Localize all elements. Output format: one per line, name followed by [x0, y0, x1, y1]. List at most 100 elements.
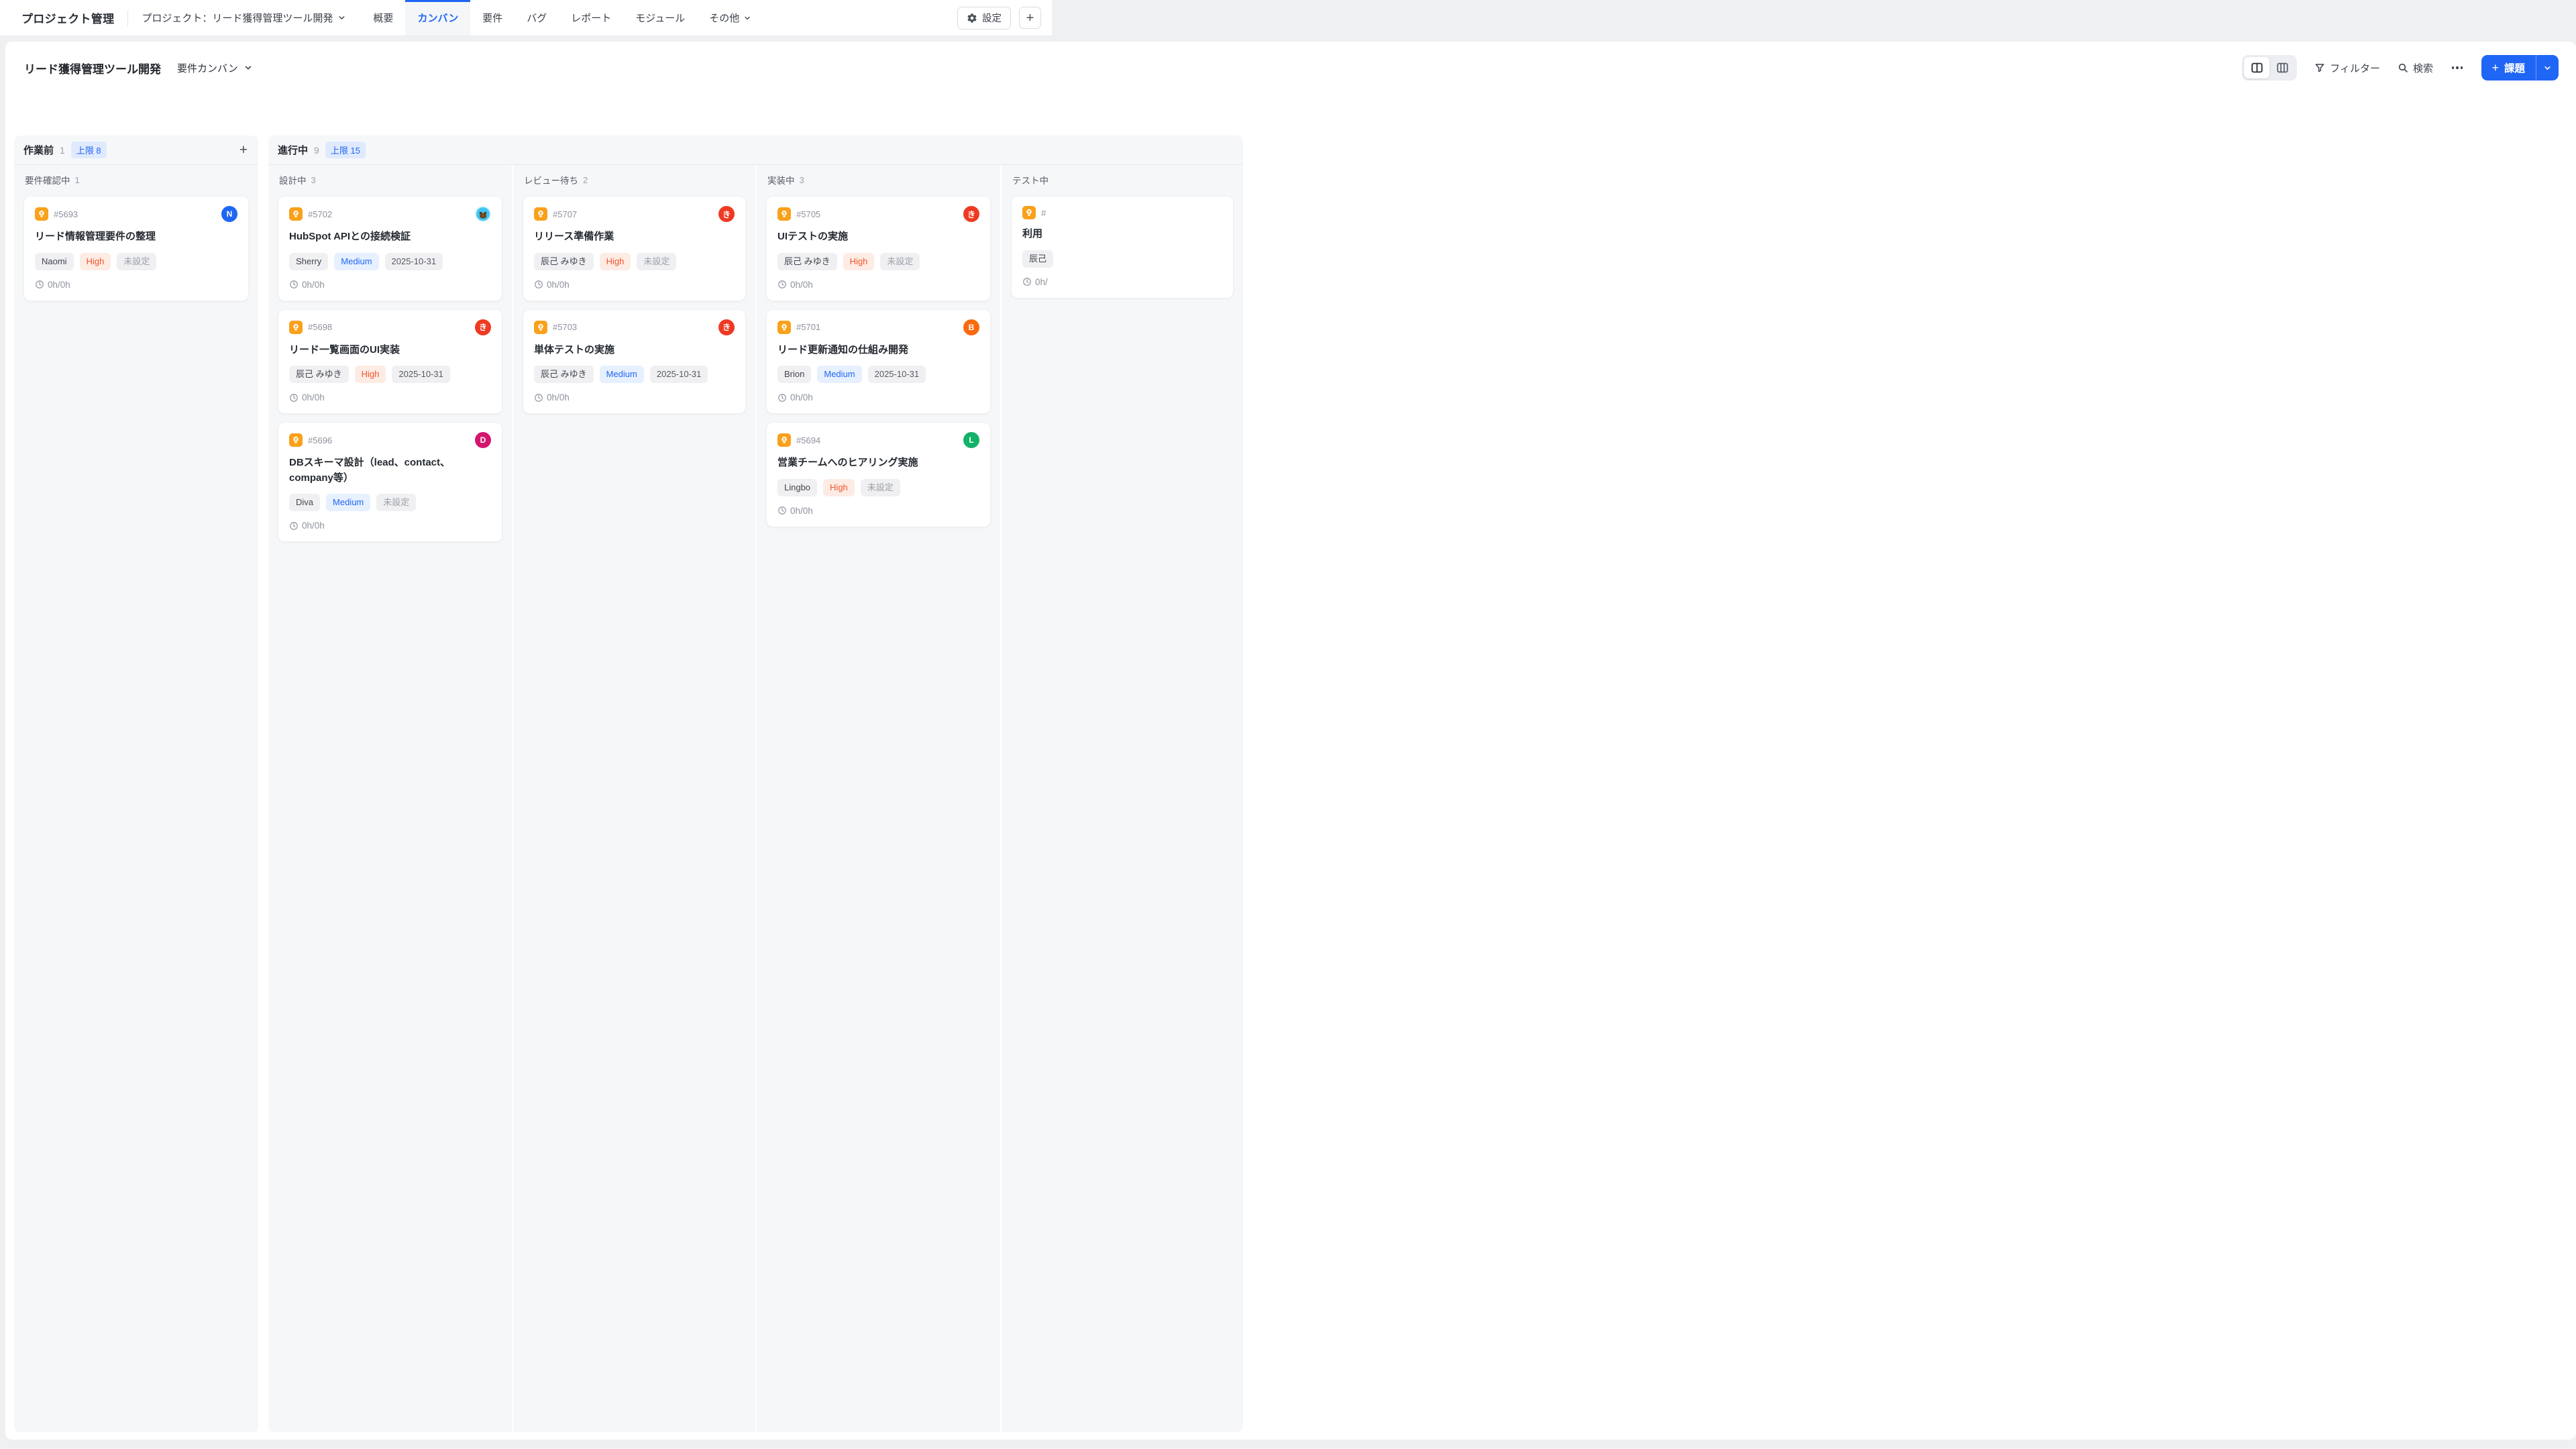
- filter-funnel-icon: [2314, 62, 2325, 73]
- view-selector[interactable]: 要件カンバン: [177, 61, 253, 75]
- column-cards: #5705きUIテストの実施辰己 みゆきHigh未設定0h/0h#5701Bリー…: [757, 195, 1000, 537]
- group-header: 作業前1上限 8+: [14, 136, 258, 165]
- kanban-group: 作業前1上限 8+要件確認中1#5693Nリード情報管理要件の整理NaomiHi…: [14, 136, 258, 1432]
- issue-card[interactable]: #5701Bリード更新通知の仕組み開発BrionMedium2025-10-31…: [766, 309, 991, 415]
- two-column-view-button[interactable]: [2244, 57, 2269, 78]
- issue-card[interactable]: #5693Nリード情報管理要件の整理NaomiHigh未設定0h/0h: [23, 196, 249, 301]
- issue-type-icon: [289, 321, 303, 334]
- column-title: 実装中: [767, 173, 795, 186]
- tag-pill: 未設定: [880, 253, 920, 270]
- search-button[interactable]: 検索: [2398, 61, 2433, 75]
- card-id-row: #5703き: [534, 319, 735, 335]
- issue-card[interactable]: #5707きリリース準備作業辰己 みゆきHigh未設定0h/0h: [523, 196, 746, 301]
- group-header: 進行中9上限 15: [268, 136, 1243, 165]
- time-row: 0h/0h: [289, 521, 491, 531]
- more-options-button[interactable]: [2451, 64, 2465, 72]
- card-tags: DivaMedium未設定: [289, 494, 491, 511]
- time-row: 0h/0h: [534, 392, 735, 402]
- card-tags: 辰己 みゆきHigh未設定: [777, 253, 979, 270]
- avatar-image: [478, 210, 488, 219]
- column-header: 要件確認中1: [14, 165, 258, 195]
- tab-label: 要件: [482, 11, 502, 25]
- tab-レポート[interactable]: レポート: [559, 0, 623, 36]
- issue-card[interactable]: #5702HubSpot APIとの接続検証SherryMedium2025-1…: [278, 196, 502, 301]
- three-column-view-button[interactable]: [2269, 57, 2295, 78]
- column-header: レビュー待ち2: [513, 165, 755, 195]
- issue-card[interactable]: #利用辰己0h/: [1011, 196, 1234, 299]
- column-header: 実装中3: [757, 165, 1000, 195]
- new-issue-button[interactable]: + 課題: [2481, 55, 2536, 80]
- card-title: 営業チームへのヒアリング実施: [777, 455, 979, 471]
- chevron-down-icon: [337, 13, 346, 22]
- card-title: リリース準備作業: [534, 229, 735, 245]
- time-text: 0h/0h: [790, 506, 813, 516]
- tab-要件[interactable]: 要件: [470, 0, 515, 36]
- lightbulb-icon: [780, 323, 789, 332]
- settings-label: 設定: [982, 11, 1002, 25]
- issue-id: #5705: [796, 209, 820, 219]
- tab-概要[interactable]: 概要: [361, 0, 405, 36]
- tag-pill: High: [80, 253, 111, 270]
- column-count: 3: [311, 175, 316, 185]
- view-selector-label: 要件カンバン: [177, 61, 238, 75]
- nav-divider: [127, 10, 128, 26]
- lightbulb-icon: [1024, 208, 1034, 217]
- tag-pill: 辰己 みゆき: [534, 366, 594, 383]
- tag-pill: Medium: [334, 253, 378, 270]
- issue-card[interactable]: #5694L営業チームへのヒアリング実施LingboHigh未設定0h/0h: [766, 422, 991, 527]
- clock-icon: [289, 521, 299, 531]
- settings-button[interactable]: 設定: [957, 7, 1011, 30]
- avatar: き: [718, 206, 735, 222]
- tab-カンバン[interactable]: カンバン: [405, 0, 470, 36]
- lightbulb-icon: [536, 323, 545, 332]
- clock-icon: [534, 280, 543, 289]
- top-nav: プロジェクト管理 プロジェクト：リード獲得管理ツール開発 概要カンバン要件バグレ…: [0, 0, 1052, 36]
- kanban-column-レビュー待ち: レビュー待ち2#5707きリリース準備作業辰己 みゆきHigh未設定0h/0h#…: [513, 165, 755, 1432]
- time-text: 0h/: [1035, 277, 1048, 287]
- card-tags: BrionMedium2025-10-31: [777, 366, 979, 383]
- card-title: DBスキーマ設計（lead、contact、company等）: [289, 455, 491, 486]
- column-title: テスト中: [1012, 173, 1049, 186]
- avatar: N: [221, 206, 237, 222]
- tab-バグ[interactable]: バグ: [515, 0, 559, 36]
- tab-label: その他: [709, 11, 739, 25]
- time-text: 0h/0h: [547, 280, 570, 290]
- project-selector[interactable]: プロジェクト：リード獲得管理ツール開発: [142, 11, 346, 25]
- column-header: テスト中: [1002, 165, 1243, 195]
- time-text: 0h/0h: [547, 392, 570, 402]
- issue-type-icon: [777, 433, 791, 447]
- card-id-row: #5696D: [289, 432, 491, 448]
- time-text: 0h/0h: [790, 280, 813, 290]
- new-issue-dropdown-button[interactable]: [2536, 55, 2559, 80]
- card-tags: NaomiHigh未設定: [35, 253, 237, 270]
- time-row: 0h/0h: [777, 506, 979, 516]
- chevron-down-icon: [743, 14, 751, 22]
- search-icon: [2398, 62, 2408, 73]
- search-label: 検索: [2413, 61, 2433, 75]
- board-title: リード獲得管理ツール開発: [24, 60, 161, 76]
- tab-モジュール[interactable]: モジュール: [623, 0, 697, 36]
- column-cards: #5693Nリード情報管理要件の整理NaomiHigh未設定0h/0h: [14, 195, 258, 311]
- time-row: 0h/0h: [35, 280, 237, 290]
- issue-card[interactable]: #5703き単体テストの実施辰己 みゆきMedium2025-10-310h/0…: [523, 309, 746, 415]
- issue-card[interactable]: #5698きリード一覧画面のUI実装辰己 みゆきHigh2025-10-310h…: [278, 309, 502, 415]
- time-row: 0h/0h: [777, 280, 979, 290]
- column-count: 2: [583, 175, 588, 185]
- group-title: 作業前: [23, 143, 54, 157]
- issue-card[interactable]: #5696D DBスキーマ設計（lead、contact、company等） Div…: [278, 422, 502, 542]
- clock-icon: [1022, 277, 1032, 286]
- issue-type-icon: [777, 321, 791, 334]
- wip-limit-badge: 上限 8: [71, 142, 107, 158]
- global-add-button[interactable]: +: [1019, 7, 1041, 29]
- filter-button[interactable]: フィルター: [2314, 61, 2380, 75]
- avatar: き: [475, 319, 491, 335]
- tab-その他[interactable]: その他: [697, 0, 763, 36]
- tag-pill: Diva: [289, 494, 320, 511]
- issue-id: #5707: [553, 209, 577, 219]
- add-card-button[interactable]: +: [238, 143, 249, 157]
- nav-tabs: 概要カンバン要件 バグレポートモジュールその他: [361, 0, 763, 36]
- tab-label: バグ: [527, 11, 547, 25]
- tag-pill: Brion: [777, 366, 811, 383]
- tag-pill: 未設定: [117, 253, 156, 270]
- issue-card[interactable]: #5705きUIテストの実施辰己 みゆきHigh未設定0h/0h: [766, 196, 991, 301]
